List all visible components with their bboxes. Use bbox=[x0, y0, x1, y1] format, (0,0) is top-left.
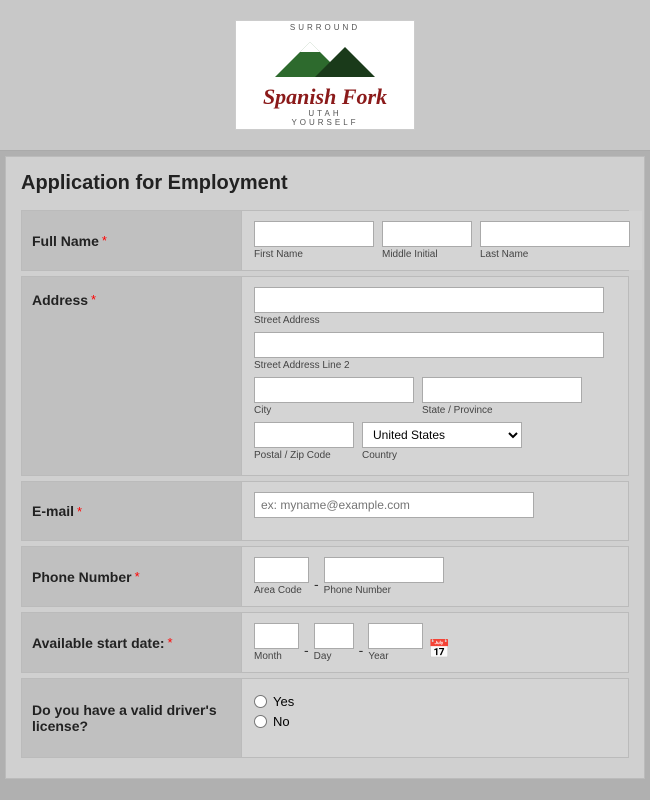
zip-country-row: Postal / Zip Code United States Canada M… bbox=[254, 422, 616, 461]
address-row: Address * Street Address Street Address … bbox=[21, 276, 629, 476]
address-label: Address bbox=[32, 292, 88, 308]
start-date-label: Available start date: bbox=[32, 635, 165, 651]
phone-field-cell: Area Code - Phone Number bbox=[242, 547, 628, 606]
city-sublabel: City bbox=[254, 405, 414, 416]
last-name-sublabel: Last Name bbox=[480, 249, 630, 260]
state-group: State / Province bbox=[422, 377, 582, 416]
address-field-cell: Street Address Street Address Line 2 Cit… bbox=[242, 277, 628, 475]
date-fields-group: Month - Day - Year 📅 bbox=[254, 623, 616, 662]
yes-radio-label: Yes bbox=[273, 694, 294, 709]
phone-number-sublabel: Phone Number bbox=[324, 585, 444, 596]
logo-yourself-text: YOURSELF bbox=[263, 118, 387, 127]
phone-number-input[interactable] bbox=[324, 557, 444, 583]
start-date-required: * bbox=[168, 635, 173, 650]
full-name-required: * bbox=[102, 233, 107, 248]
phone-required: * bbox=[135, 569, 140, 584]
month-input[interactable] bbox=[254, 623, 299, 649]
area-code-input[interactable] bbox=[254, 557, 309, 583]
no-radio-label: No bbox=[273, 714, 290, 729]
yes-radio-input[interactable] bbox=[254, 695, 267, 708]
email-label: E-mail bbox=[32, 503, 74, 519]
first-name-group: First Name bbox=[254, 221, 374, 260]
logo-utah-text: UTAH bbox=[263, 109, 387, 118]
name-fields-group: First Name Middle Initial Last Name bbox=[254, 221, 630, 260]
full-name-field-cell: First Name Middle Initial Last Name bbox=[242, 211, 642, 270]
city-state-row: City State / Province bbox=[254, 377, 616, 416]
street2-address-group: Street Address Line 2 bbox=[254, 332, 616, 371]
phone-number-group: Phone Number bbox=[324, 557, 444, 596]
email-input[interactable] bbox=[254, 492, 534, 518]
first-name-sublabel: First Name bbox=[254, 249, 374, 260]
street2-sublabel: Street Address Line 2 bbox=[254, 360, 616, 371]
email-required: * bbox=[77, 504, 82, 519]
street-address2-input[interactable] bbox=[254, 332, 604, 358]
drivers-license-row: Do you have a valid driver's license? Ye… bbox=[21, 678, 629, 758]
email-label-cell: E-mail * bbox=[22, 482, 242, 540]
phone-fields-group: Area Code - Phone Number bbox=[254, 557, 616, 596]
start-date-field-cell: Month - Day - Year 📅 bbox=[242, 613, 628, 672]
full-name-label: Full Name bbox=[32, 233, 99, 249]
country-select[interactable]: United States Canada Mexico Other bbox=[362, 422, 522, 448]
month-sublabel: Month bbox=[254, 651, 299, 662]
main-content: Application for Employment Full Name * F… bbox=[5, 156, 645, 779]
zip-input[interactable] bbox=[254, 422, 354, 448]
last-name-input[interactable] bbox=[480, 221, 630, 247]
month-group: Month bbox=[254, 623, 299, 662]
zip-group: Postal / Zip Code bbox=[254, 422, 354, 461]
street-sublabel: Street Address bbox=[254, 315, 616, 326]
logo-container: SURROUND Spanish Fork UTAH YOURSELF bbox=[235, 20, 415, 130]
phone-label: Phone Number bbox=[32, 569, 132, 585]
year-input[interactable] bbox=[368, 623, 423, 649]
middle-name-group: Middle Initial bbox=[382, 221, 472, 260]
country-group: United States Canada Mexico Other Countr… bbox=[362, 422, 522, 461]
year-group: Year bbox=[368, 623, 423, 662]
start-date-row: Available start date: * Month - Day - Ye… bbox=[21, 612, 629, 673]
day-sublabel: Day bbox=[314, 651, 354, 662]
middle-initial-input[interactable] bbox=[382, 221, 472, 247]
first-name-input[interactable] bbox=[254, 221, 374, 247]
calendar-icon[interactable]: 📅 bbox=[428, 639, 450, 662]
phone-label-cell: Phone Number * bbox=[22, 547, 242, 606]
country-sublabel: Country bbox=[362, 450, 522, 461]
drivers-license-label: Do you have a valid driver's license? bbox=[32, 702, 231, 734]
logo-surround-text: SURROUND bbox=[263, 23, 387, 32]
phone-row: Phone Number * Area Code - Phone Number bbox=[21, 546, 629, 607]
area-code-sublabel: Area Code bbox=[254, 585, 309, 596]
state-sublabel: State / Province bbox=[422, 405, 582, 416]
email-row: E-mail * bbox=[21, 481, 629, 541]
full-name-row: Full Name * First Name Middle Initial La… bbox=[21, 210, 629, 271]
zip-sublabel: Postal / Zip Code bbox=[254, 450, 354, 461]
email-field-cell bbox=[242, 482, 628, 540]
phone-dash: - bbox=[314, 576, 319, 596]
logo-mountain-icon bbox=[265, 32, 385, 82]
address-label-cell: Address * bbox=[22, 277, 242, 475]
middle-sublabel: Middle Initial bbox=[382, 249, 472, 260]
street-address-group: Street Address bbox=[254, 287, 616, 326]
last-name-group: Last Name bbox=[480, 221, 630, 260]
state-input[interactable] bbox=[422, 377, 582, 403]
date-dash-1: - bbox=[304, 642, 309, 662]
page-header: SURROUND Spanish Fork UTAH YOURSELF bbox=[0, 0, 650, 151]
no-radio-option[interactable]: No bbox=[254, 714, 616, 729]
drivers-license-radio-group: Yes No bbox=[254, 689, 616, 729]
day-input[interactable] bbox=[314, 623, 354, 649]
city-input[interactable] bbox=[254, 377, 414, 403]
day-group: Day bbox=[314, 623, 354, 662]
drivers-license-field-cell: Yes No bbox=[242, 679, 628, 757]
area-code-group: Area Code bbox=[254, 557, 309, 596]
drivers-license-label-cell: Do you have a valid driver's license? bbox=[22, 679, 242, 757]
logo-main-text: Spanish Fork bbox=[263, 85, 387, 109]
year-sublabel: Year bbox=[368, 651, 423, 662]
street-address-input[interactable] bbox=[254, 287, 604, 313]
form-title: Application for Employment bbox=[21, 172, 629, 195]
address-required: * bbox=[91, 292, 96, 307]
address-fields-group: Street Address Street Address Line 2 Cit… bbox=[254, 287, 616, 461]
no-radio-input[interactable] bbox=[254, 715, 267, 728]
start-date-label-cell: Available start date: * bbox=[22, 613, 242, 672]
full-name-label-cell: Full Name * bbox=[22, 211, 242, 270]
city-group: City bbox=[254, 377, 414, 416]
yes-radio-option[interactable]: Yes bbox=[254, 694, 616, 709]
date-dash-2: - bbox=[359, 642, 364, 662]
